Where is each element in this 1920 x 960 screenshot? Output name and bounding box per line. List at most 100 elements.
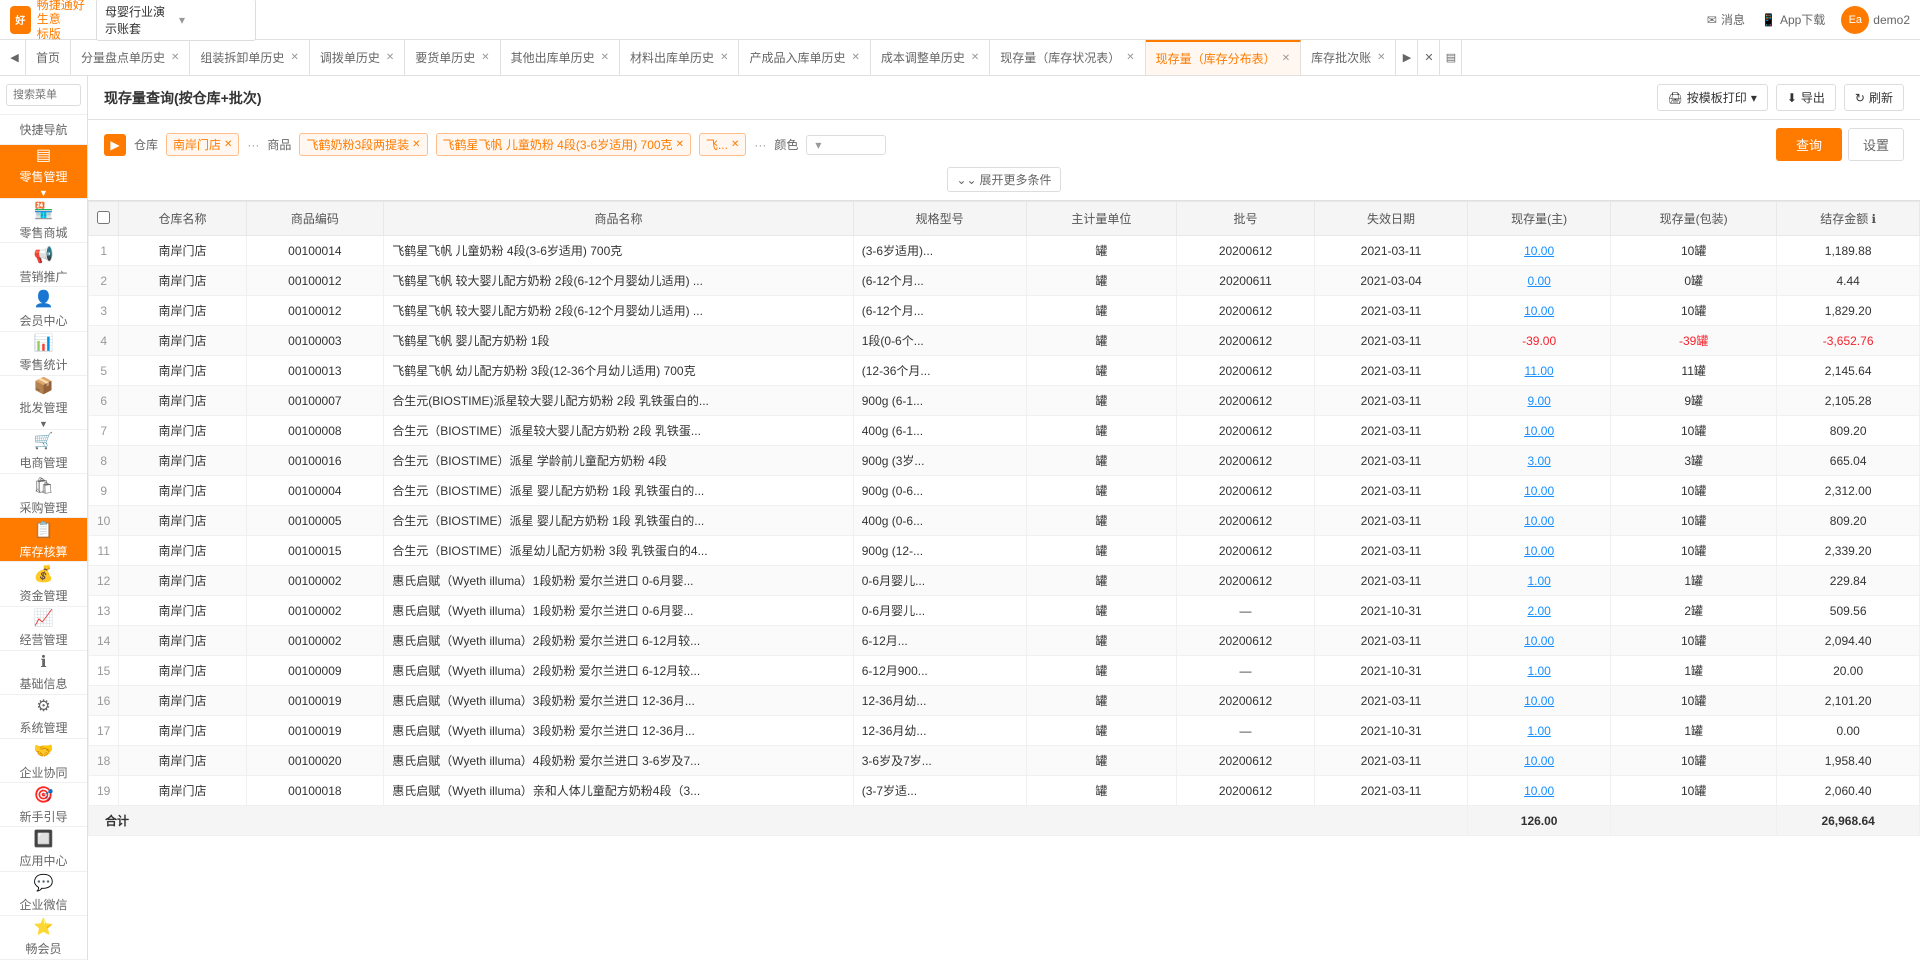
table-row: 18 南岸门店 00100020 惠氏启赋（Wyeth illuma）4段奶粉 …	[89, 746, 1920, 776]
product-more-btn[interactable]: ···	[754, 138, 766, 152]
row-spec: 900g (0-6...	[853, 476, 1026, 506]
filter-expand-btn[interactable]: ▶	[104, 134, 126, 156]
tab-other-out[interactable]: 其他出库单历史 ✕	[501, 40, 620, 76]
row-no: 13	[89, 596, 119, 626]
sidebar-item-member[interactable]: 👤 会员中心	[0, 287, 87, 331]
tab-cost-adjust[interactable]: 成本调整单历史 ✕	[871, 40, 990, 76]
close-icon[interactable]: ✕	[1282, 53, 1290, 64]
close-icon[interactable]: ✕	[601, 52, 609, 63]
business-icon: 📈	[34, 608, 54, 628]
close-icon[interactable]: ✕	[971, 52, 979, 63]
row-qty-main[interactable]: 10.00	[1468, 536, 1611, 566]
tab-prev-btn[interactable]: ◀	[4, 40, 26, 76]
expand-conditions-btn[interactable]: ⌄⌄ 展开更多条件	[947, 167, 1060, 192]
close-icon[interactable]: ✕	[386, 52, 394, 63]
user-profile-btn[interactable]: Ea demo2	[1841, 6, 1910, 34]
row-qty-main[interactable]: 10.00	[1468, 476, 1611, 506]
sidebar-item-mall[interactable]: 🏪 零售商城	[0, 199, 87, 243]
row-qty-main[interactable]: 10.00	[1468, 626, 1611, 656]
tab-disassemble[interactable]: 组装拆卸单历史 ✕	[190, 40, 309, 76]
print-icon: 🖨	[1668, 91, 1683, 105]
tab-menu-btn[interactable]: ▤	[1440, 40, 1462, 76]
row-qty-main[interactable]: 10.00	[1468, 236, 1611, 266]
sidebar-item-finance[interactable]: 💰 资金管理	[0, 562, 87, 606]
row-qty-main[interactable]: 9.00	[1468, 386, 1611, 416]
tab-stock-dist[interactable]: 现存量（库存分布表） ✕	[1146, 40, 1301, 76]
sidebar-search-area	[0, 76, 87, 115]
row-amount: 4.44	[1777, 266, 1920, 296]
sidebar-item-basic[interactable]: ℹ 基础信息	[0, 651, 87, 695]
row-qty-main[interactable]: 10.00	[1468, 686, 1611, 716]
tab-batch-account[interactable]: 库存批次账 ✕	[1301, 40, 1396, 76]
sidebar-item-retail-stat[interactable]: 📊 零售统计	[0, 332, 87, 376]
sidebar-item-guide[interactable]: 🎯 新手引导	[0, 783, 87, 827]
filter-toggle-row: ⌄⌄ 展开更多条件	[104, 167, 1904, 192]
close-icon[interactable]: ✕	[290, 52, 298, 63]
row-warehouse: 南岸门店	[119, 656, 246, 686]
row-qty-main[interactable]: 10.00	[1468, 416, 1611, 446]
tab-product-in[interactable]: 产成品入库单历史 ✕	[739, 40, 870, 76]
product-tag-2-remove[interactable]: ✕	[676, 139, 684, 150]
sidebar-item-ecommerce[interactable]: 🛒 电商管理	[0, 430, 87, 474]
warehouse-remove-btn[interactable]: ✕	[224, 139, 232, 150]
sidebar-item-apps[interactable]: 🔲 应用中心	[0, 827, 87, 871]
sidebar-item-inventory[interactable]: 📋 库存核算	[0, 518, 87, 562]
export-btn[interactable]: ⬇ 导出	[1776, 84, 1836, 111]
sidebar-item-marketing[interactable]: 📢 营销推广	[0, 243, 87, 287]
row-qty-main[interactable]: 10.00	[1468, 506, 1611, 536]
close-icon[interactable]: ✕	[1126, 52, 1134, 63]
row-qty-main[interactable]: 1.00	[1468, 716, 1611, 746]
row-qty-main[interactable]: 2.00	[1468, 596, 1611, 626]
close-icon[interactable]: ✕	[851, 52, 859, 63]
sidebar-item-purchase[interactable]: 🛍 采购管理	[0, 474, 87, 518]
logo-icon: 好	[10, 6, 31, 34]
sidebar-item-vip[interactable]: ⭐ 畅会员	[0, 916, 87, 960]
sidebar-item-wechat[interactable]: 💬 企业微信	[0, 872, 87, 916]
row-warehouse: 南岸门店	[119, 236, 246, 266]
tab-home[interactable]: 首页	[26, 40, 71, 76]
footer-label: 合计	[89, 806, 1468, 836]
setting-btn[interactable]: 设置	[1848, 128, 1904, 161]
tab-split-inventory[interactable]: 分量盘点单历史 ✕	[71, 40, 190, 76]
tab-stock-status[interactable]: 现存量（库存状况表） ✕	[990, 40, 1145, 76]
tab-material-out[interactable]: 材料出库单历史 ✕	[620, 40, 739, 76]
product-tag-3-remove[interactable]: ✕	[731, 139, 739, 150]
tab-mix[interactable]: 调拨单历史 ✕	[310, 40, 405, 76]
sidebar-item-business[interactable]: 📈 经营管理	[0, 607, 87, 651]
row-qty-main[interactable]: -39.00	[1468, 326, 1611, 356]
tab-next-btn[interactable]: ▶	[1396, 40, 1418, 76]
row-qty-main[interactable]: 10.00	[1468, 296, 1611, 326]
close-icon[interactable]: ✕	[171, 52, 179, 63]
color-filter-input[interactable]: ▾	[806, 135, 886, 155]
product-tag-1-remove[interactable]: ✕	[412, 139, 420, 150]
close-icon[interactable]: ✕	[1377, 52, 1385, 63]
footer-total-amount: 26,968.64	[1777, 806, 1920, 836]
row-qty-main[interactable]: 0.00	[1468, 266, 1611, 296]
row-qty-main[interactable]: 1.00	[1468, 566, 1611, 596]
row-batch: 20200612	[1177, 416, 1315, 446]
refresh-btn[interactable]: ↻ 刷新	[1844, 84, 1904, 111]
warehouse-more-btn[interactable]: ···	[247, 138, 259, 152]
app-download-btn[interactable]: 📱 App下载	[1761, 11, 1825, 28]
sidebar-item-retail[interactable]: ▤ 零售管理 ▼	[0, 145, 87, 199]
sidebar-item-system[interactable]: ⚙ 系统管理	[0, 695, 87, 739]
select-all-checkbox[interactable]	[97, 211, 110, 224]
row-qty-main[interactable]: 11.00	[1468, 356, 1611, 386]
close-icon[interactable]: ✕	[720, 52, 728, 63]
account-dropdown[interactable]: 母婴行业演示账套 ▾	[96, 0, 256, 41]
row-qty-main[interactable]: 1.00	[1468, 656, 1611, 686]
print-btn[interactable]: 🖨 按模板打印 ▾	[1657, 84, 1768, 111]
tab-close-btn[interactable]: ✕	[1418, 40, 1440, 76]
apps-icon: 🔲	[34, 829, 54, 849]
search-input[interactable]	[6, 84, 81, 106]
sidebar-item-collab[interactable]: 🤝 企业协同	[0, 739, 87, 783]
row-qty-main[interactable]: 10.00	[1468, 776, 1611, 806]
query-btn[interactable]: 查询	[1776, 128, 1842, 161]
sidebar-item-wholesale[interactable]: 📦 批发管理 ▼	[0, 376, 87, 430]
messages-btn[interactable]: ✉ 消息	[1707, 11, 1745, 28]
row-qty-main[interactable]: 3.00	[1468, 446, 1611, 476]
row-batch: 20200612	[1177, 626, 1315, 656]
close-icon[interactable]: ✕	[481, 52, 489, 63]
tab-request[interactable]: 要货单历史 ✕	[405, 40, 500, 76]
row-qty-main[interactable]: 10.00	[1468, 746, 1611, 776]
